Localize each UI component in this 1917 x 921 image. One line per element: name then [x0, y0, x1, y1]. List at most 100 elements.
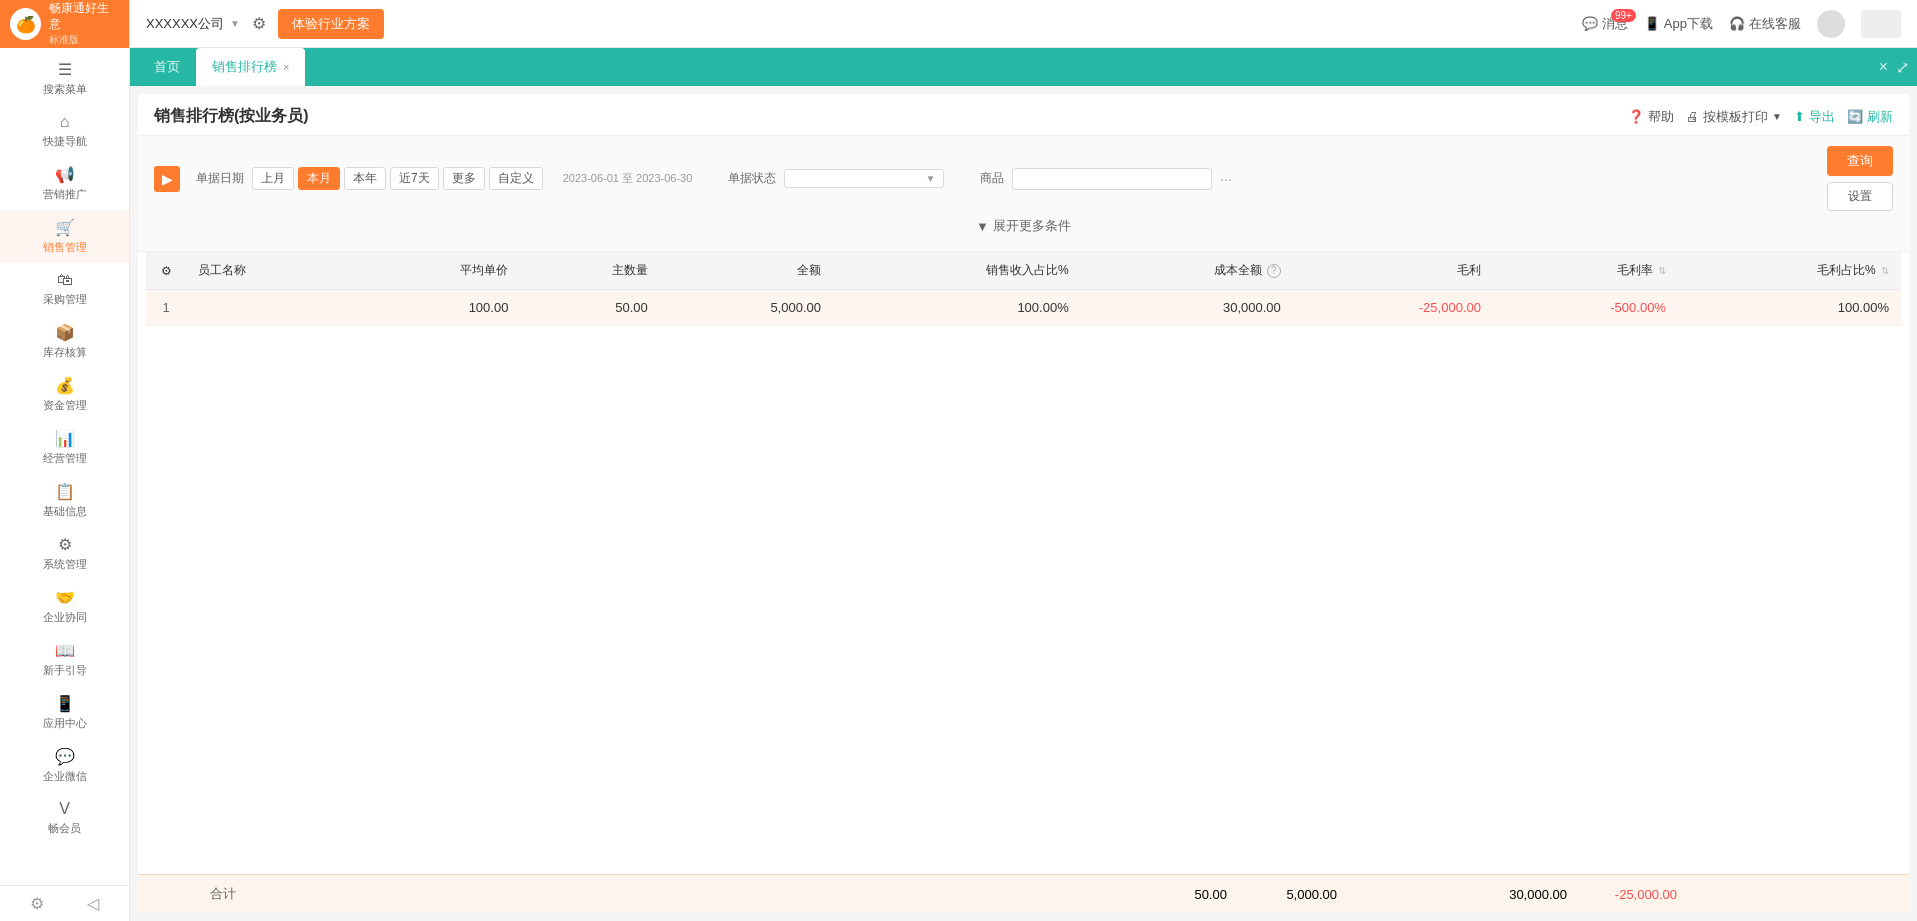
- date-filter-buttons: 上月 本月 本年 近7天 更多 自定义: [252, 167, 543, 190]
- footer-label-area: 合计: [158, 885, 438, 903]
- print-icon: 🖨: [1686, 109, 1699, 124]
- company-selector[interactable]: XXXXXX公司 ▼: [146, 15, 240, 33]
- help-icon: ❓: [1628, 109, 1644, 124]
- more-options-icon[interactable]: ···: [1220, 171, 1232, 187]
- settings-footer-icon[interactable]: ⚙: [30, 894, 44, 913]
- sidebar-item-7[interactable]: 📊 经营管理: [0, 421, 129, 474]
- topbar-settings-icon[interactable]: ⚙: [252, 14, 266, 33]
- date-range-text: 2023-06-01 至 2023-06-30: [563, 171, 693, 186]
- tab-sales-rank[interactable]: 销售排行榜 ×: [196, 48, 305, 86]
- sidebar-label-4: 采购管理: [43, 292, 87, 307]
- user-name-block: [1861, 10, 1901, 38]
- sidebar-item-5[interactable]: 📦 库存核算: [0, 315, 129, 368]
- footer-label: 合计: [210, 885, 236, 903]
- filter-area: ▶ 单据日期 上月 本月 本年 近7天 更多 自定义: [138, 136, 1909, 252]
- sidebar-label-1: 快捷导航: [43, 134, 87, 149]
- gross-pct-sort-icon[interactable]: ⇅: [1881, 265, 1889, 276]
- sidebar-item-14[interactable]: V 畅会员: [0, 792, 129, 844]
- goods-filter-item: 商品 ···: [980, 168, 1232, 190]
- query-button[interactable]: 查询: [1827, 146, 1893, 176]
- sidebar-item-10[interactable]: 🤝 企业协同: [0, 580, 129, 633]
- sidebar-item-1[interactable]: ⌂ 快捷导航: [0, 105, 129, 157]
- sidebar-item-13[interactable]: 💬 企业微信: [0, 739, 129, 792]
- message-action[interactable]: 💬 消息 99+: [1582, 15, 1628, 33]
- date-btn-current-month[interactable]: 本月: [298, 167, 340, 190]
- data-table: ⚙ 员工名称 平均单价 主数量 全额 销售收入占比% 成本全额 ? 毛利: [146, 252, 1901, 326]
- print-button[interactable]: 🖨 按模板打印 ▼: [1686, 108, 1782, 126]
- date-filter-label: 单据日期: [196, 170, 244, 187]
- trial-button[interactable]: 体验行业方案: [278, 9, 384, 39]
- footer-values: 50.00 5,000.00 30,000.00 -25,000.00: [438, 887, 1889, 902]
- refresh-icon: 🔄: [1847, 109, 1863, 124]
- date-btn-prev-month[interactable]: 上月: [252, 167, 294, 190]
- date-btn-custom[interactable]: 自定义: [489, 167, 543, 190]
- message-badge: 99+: [1611, 9, 1636, 22]
- expand-more-label: 展开更多条件: [993, 217, 1071, 235]
- date-btn-7days[interactable]: 近7天: [390, 167, 439, 190]
- page-title: 销售排行榜(按业务员): [154, 106, 309, 127]
- sidebar-item-0[interactable]: ☰ 搜索菜单: [0, 52, 129, 105]
- sidebar-item-9[interactable]: ⚙ 系统管理: [0, 527, 129, 580]
- sidebar-label-7: 经营管理: [43, 451, 87, 466]
- sidebar-item-8[interactable]: 📋 基础信息: [0, 474, 129, 527]
- goods-filter-input[interactable]: [1012, 168, 1212, 190]
- sidebar-item-2[interactable]: 📢 营销推广: [0, 157, 129, 210]
- sidebar-item-6[interactable]: 💰 资金管理: [0, 368, 129, 421]
- tab-close-icon[interactable]: ×: [283, 61, 289, 73]
- app-download-action[interactable]: 📱 App下载: [1644, 15, 1713, 33]
- sidebar-icon-4: 🛍: [57, 271, 73, 289]
- col-gross-pct: 毛利占比% ⇅: [1678, 252, 1901, 290]
- cell-qty-0: 50.00: [520, 290, 659, 326]
- cell-gross-rate-0: -500.00%: [1493, 290, 1678, 326]
- app-download-label: App下载: [1664, 15, 1713, 33]
- gross-rate-sort-icon[interactable]: ⇅: [1658, 265, 1666, 276]
- cost-info-icon[interactable]: ?: [1267, 264, 1281, 278]
- expand-more-chevron-icon: ▼: [976, 219, 989, 234]
- sidebar-label-12: 应用中心: [43, 716, 87, 731]
- print-label: 按模板打印: [1703, 108, 1768, 126]
- online-support-action[interactable]: 🎧 在线客服: [1729, 15, 1801, 33]
- refresh-button[interactable]: 🔄 刷新: [1847, 108, 1893, 126]
- tab-home[interactable]: 首页: [138, 48, 196, 86]
- col-cost: 成本全额 ?: [1081, 252, 1293, 290]
- cell-avg-price-0: 100.00: [353, 290, 520, 326]
- filter-toggle-icon[interactable]: ▶: [154, 166, 180, 192]
- cell-gross-pct-0: 100.00%: [1678, 290, 1901, 326]
- collapse-sidebar-icon[interactable]: ◁: [87, 894, 99, 913]
- tabbar-close-icon[interactable]: ×: [1879, 58, 1888, 77]
- sidebar-icon-2: 📢: [55, 165, 75, 184]
- sidebar-item-11[interactable]: 📖 新手引导: [0, 633, 129, 686]
- sidebar-item-4[interactable]: 🛍 采购管理: [0, 263, 129, 315]
- company-chevron-icon: ▼: [230, 18, 240, 29]
- sidebar-label-0: 搜索菜单: [43, 82, 87, 97]
- status-select-chevron-icon: ▼: [925, 173, 935, 184]
- logo-name: 畅康通好生意: [49, 1, 119, 32]
- logo-icon: 🍊: [10, 8, 41, 40]
- sidebar-item-12[interactable]: 📱 应用中心: [0, 686, 129, 739]
- cell-gross-0: -25,000.00: [1293, 290, 1493, 326]
- sidebar-footer: ⚙ ◁: [0, 885, 129, 921]
- sidebar-icon-12: 📱: [55, 694, 75, 713]
- col-settings-icon[interactable]: ⚙: [146, 252, 186, 290]
- status-filter-item: 单据状态 ▼: [728, 169, 944, 188]
- sidebar-item-3[interactable]: 🛒 销售管理: [0, 210, 129, 263]
- avatar[interactable]: [1817, 10, 1845, 38]
- col-amount: 全额: [660, 252, 833, 290]
- col-qty: 主数量: [520, 252, 659, 290]
- export-button[interactable]: ⬆ 导出: [1794, 108, 1835, 126]
- table-row: 1 100.00 50.00 5,000.00 100.00% 30,000.0…: [146, 290, 1901, 326]
- page-header: 销售排行榜(按业务员) ❓ 帮助 🖨 按模板打印 ▼ ⬆ 导出: [138, 94, 1909, 136]
- expand-more-button[interactable]: ▼ 展开更多条件: [154, 211, 1893, 241]
- topbar-right: 💬 消息 99+ 📱 App下载 🎧 在线客服: [1582, 10, 1901, 38]
- date-btn-current-year[interactable]: 本年: [344, 167, 386, 190]
- status-select[interactable]: ▼: [784, 169, 944, 188]
- cell-sales-pct-0: 100.00%: [833, 290, 1081, 326]
- help-button[interactable]: ❓ 帮助: [1628, 108, 1674, 126]
- tabbar-expand-icon[interactable]: ⤢: [1896, 58, 1909, 77]
- date-btn-more[interactable]: 更多: [443, 167, 485, 190]
- sidebar-icon-9: ⚙: [58, 535, 72, 554]
- set-button[interactable]: 设置: [1827, 182, 1893, 211]
- logo-text-block: 畅康通好生意 标准版: [49, 1, 119, 46]
- sidebar: 🍊 畅康通好生意 标准版 ☰ 搜索菜单 ⌂ 快捷导航 📢 营销推广 🛒 销售管理…: [0, 0, 130, 921]
- sidebar-label-11: 新手引导: [43, 663, 87, 678]
